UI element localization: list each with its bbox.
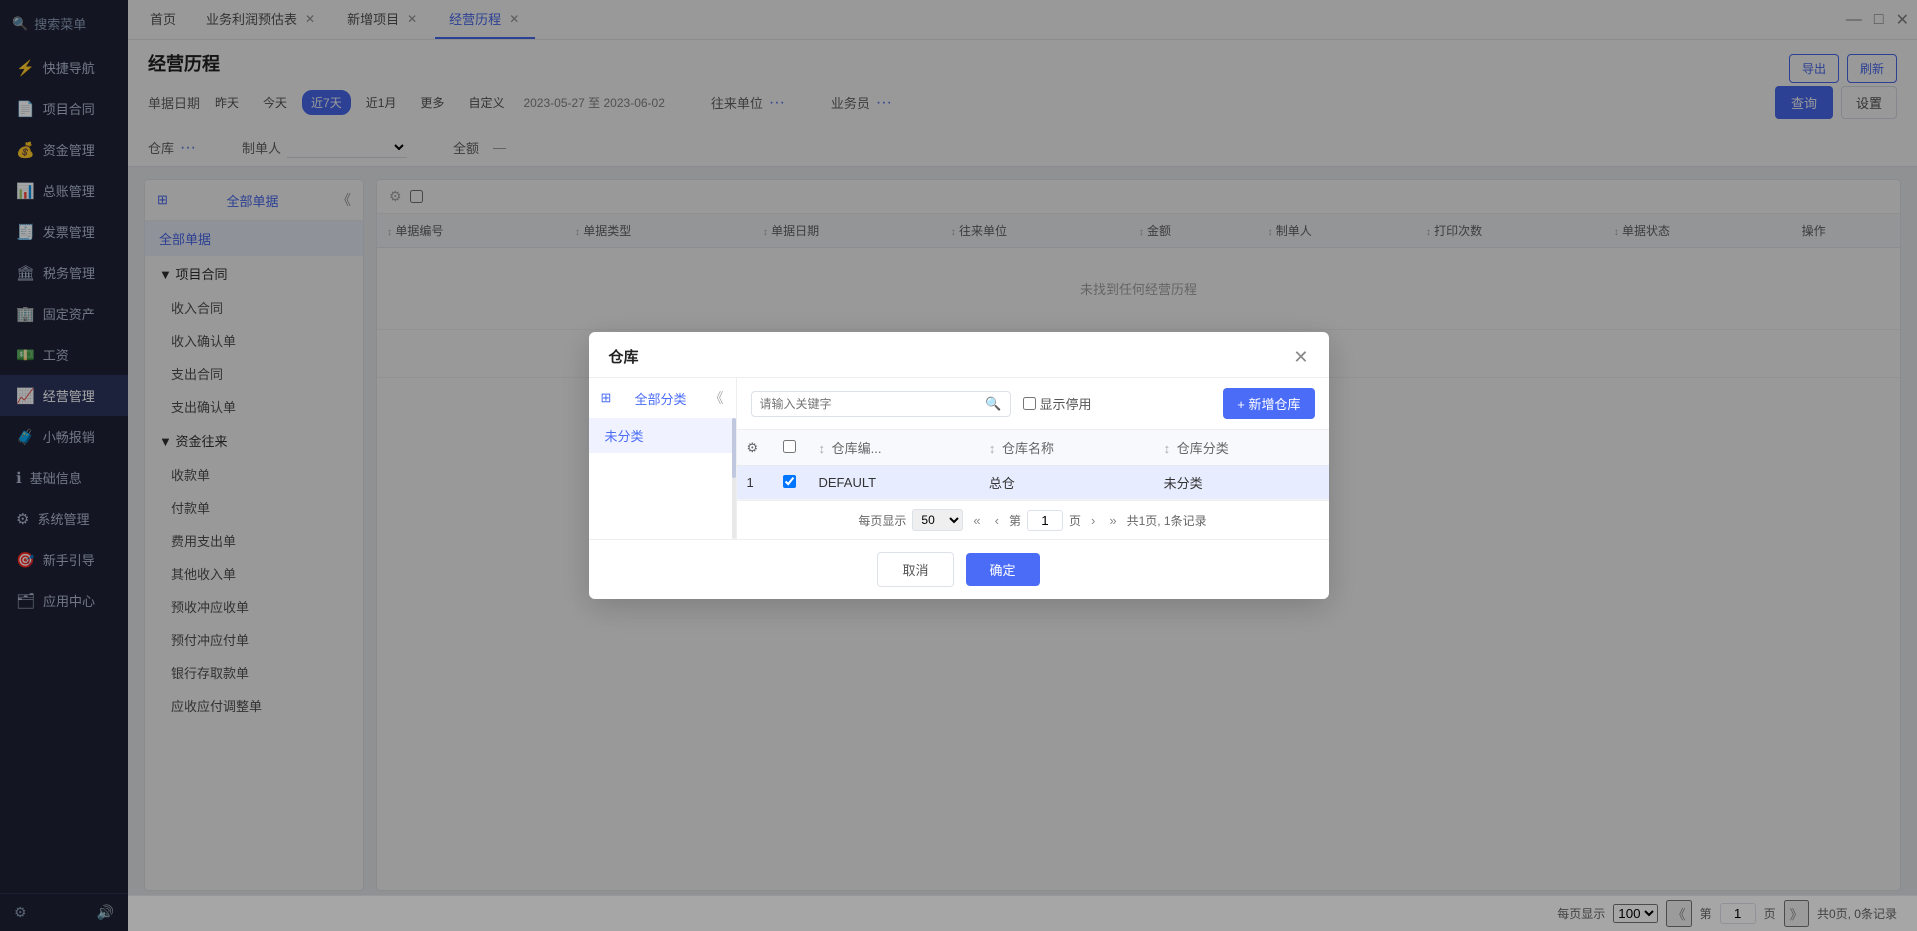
- page-suffix: 页: [1069, 512, 1081, 529]
- per-page-label: 每页显示: [858, 512, 906, 529]
- row-checkbox: [773, 466, 809, 500]
- pagination-next-btn[interactable]: ›: [1087, 511, 1099, 530]
- all-categories-icon: ⊞: [601, 390, 612, 406]
- row-category: 未分类: [1154, 466, 1329, 500]
- add-warehouse-button[interactable]: + 新增仓库: [1223, 388, 1314, 419]
- modal-table-wrap: ⚙ ↕ 仓库编... ↕ 仓库名称: [737, 430, 1329, 500]
- show-disabled-checkbox[interactable]: [1023, 397, 1036, 410]
- table-row[interactable]: 1 DEFAULT 总仓 未分类: [737, 466, 1329, 500]
- modal-toolbar: 🔍 显示停用 + 新增仓库: [737, 378, 1329, 430]
- modal-search-box: 🔍: [751, 391, 1011, 417]
- page-number-input[interactable]: [1027, 510, 1063, 531]
- total-records: 共1页, 1条记录: [1127, 512, 1207, 529]
- row-seq: 1: [737, 466, 773, 500]
- modal-header: 仓库 ✕: [589, 332, 1329, 378]
- th-modal-settings: ⚙: [737, 430, 773, 466]
- pagination-first-btn[interactable]: «: [969, 511, 984, 530]
- modal-all-label: 全部分类: [634, 389, 686, 408]
- modal-collapse-btn[interactable]: 《: [709, 388, 723, 408]
- modal-left-header: ⊞ 全部分类 《: [589, 378, 736, 418]
- modal-pagination: 每页显示 10 20 50 100 « ‹ 第 页 › » 共1页, 1条记录: [737, 500, 1329, 539]
- modal-search-input[interactable]: [760, 397, 982, 411]
- th-warehouse-name: ↕ 仓库名称: [979, 430, 1154, 466]
- modal-select-all[interactable]: [783, 440, 796, 453]
- per-page-select[interactable]: 10 20 50 100: [912, 509, 963, 531]
- modal-overlay: 仓库 ✕ ⊞ 全部分类 《 未分类: [0, 0, 1917, 931]
- settings-icon[interactable]: ⚙: [747, 440, 759, 455]
- cancel-button[interactable]: 取消: [877, 552, 953, 587]
- row-name: 总仓: [979, 466, 1154, 500]
- modal-category-uncategorized[interactable]: 未分类: [589, 418, 736, 453]
- th-warehouse-code: ↕ 仓库编...: [809, 430, 979, 466]
- th-modal-checkbox: [773, 430, 809, 466]
- th-warehouse-category: ↕ 仓库分类: [1154, 430, 1329, 466]
- modal-footer: 取消 确定: [589, 539, 1329, 599]
- modal-left-panel: ⊞ 全部分类 《 未分类: [589, 378, 737, 539]
- modal-table: ⚙ ↕ 仓库编... ↕ 仓库名称: [737, 430, 1329, 500]
- pagination-last-btn[interactable]: »: [1105, 511, 1120, 530]
- modal-close-button[interactable]: ✕: [1293, 348, 1308, 366]
- scrollbar-thumb: [732, 418, 736, 478]
- modal-search-icon: 🔍: [985, 396, 1001, 412]
- page-label: 第: [1009, 512, 1021, 529]
- modal-body: ⊞ 全部分类 《 未分类 🔍: [589, 378, 1329, 539]
- confirm-button[interactable]: 确定: [966, 553, 1040, 586]
- modal-left-scrollbar[interactable]: [732, 418, 736, 539]
- row-select-checkbox[interactable]: [783, 475, 796, 488]
- modal-title: 仓库: [609, 346, 639, 367]
- row-code: DEFAULT: [809, 466, 979, 500]
- warehouse-modal: 仓库 ✕ ⊞ 全部分类 《 未分类: [589, 332, 1329, 599]
- show-disabled-label[interactable]: 显示停用: [1023, 394, 1092, 413]
- pagination-prev-btn[interactable]: ‹: [991, 511, 1003, 530]
- modal-right-panel: 🔍 显示停用 + 新增仓库 ⚙: [737, 378, 1329, 539]
